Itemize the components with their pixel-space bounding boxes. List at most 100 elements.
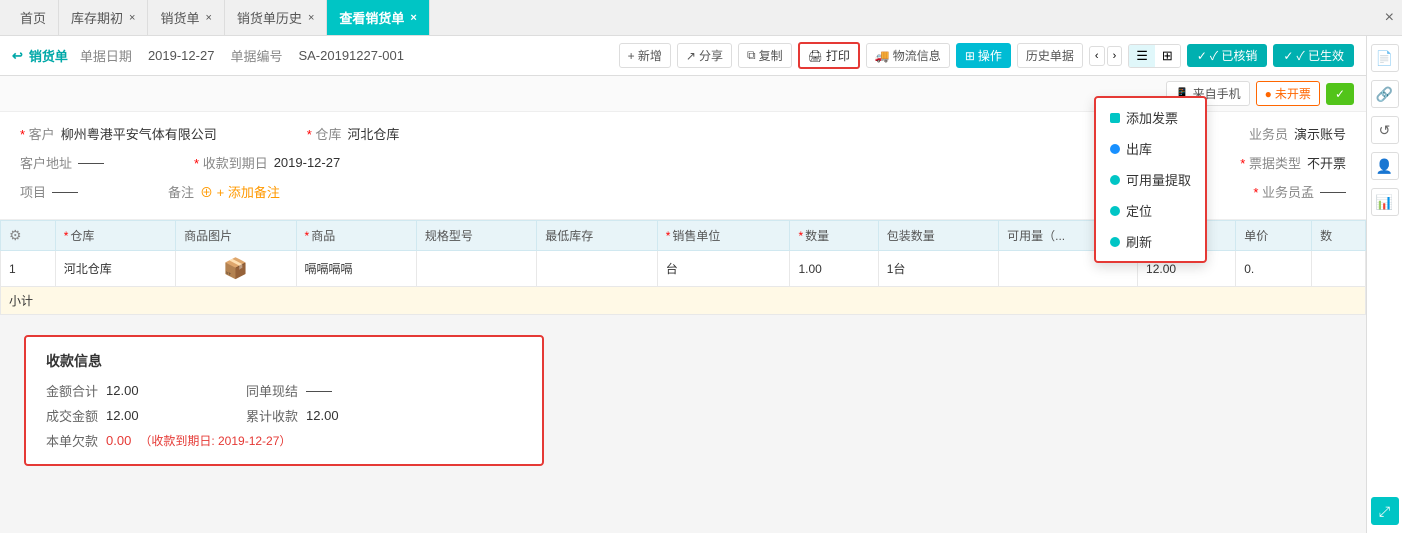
tab-view-sales[interactable]: 查看销货单 × <box>327 0 429 35</box>
customer-label: 客户 <box>20 124 55 143</box>
payment-date-field: 收款到期日 2019-12-27 <box>194 153 340 172</box>
subtotal-row: 小计 <box>1 287 1366 315</box>
col-gear[interactable]: ⚙ <box>1 221 56 251</box>
confirm-button[interactable]: ✓ <box>1326 83 1354 105</box>
copy-button[interactable]: ⧉ 复制 <box>738 43 792 68</box>
doc-actions: + 新增 ↗ 分享 ⧉ 复制 🖨 打印 🚚 物流信息 ⊞ 操作 历 <box>619 42 1354 69</box>
cell-price: 0. <box>1236 251 1312 287</box>
dropdown-outbound[interactable]: 出库 <box>1096 133 1205 164</box>
payment-date-value: 2019-12-27 <box>274 155 341 170</box>
doc-no-label: 单据编号 <box>230 46 282 65</box>
add-remark-button[interactable]: ⊕ + 添加备注 <box>200 182 280 201</box>
confirm-icon: ✓ <box>1335 87 1345 101</box>
dropdown-available-qty[interactable]: 可用量提取 <box>1096 164 1205 195</box>
tab-home-label: 首页 <box>20 8 46 27</box>
accumulated-payment-value: 12.00 <box>306 408 339 423</box>
logistics-button[interactable]: 🚚 物流信息 <box>866 43 950 68</box>
summary-section: 收款信息 金额合计 12.00 同单现结 —— 成交金额 12.00 累计收款 … <box>0 315 1366 486</box>
sidebar-refresh-icon[interactable]: ↺ <box>1371 116 1399 144</box>
cell-no: 1 <box>1 251 56 287</box>
tab-inventory-init[interactable]: 库存期初 × <box>59 0 148 35</box>
salesperson-field: 业务员孟 —— <box>1253 182 1346 201</box>
transaction-amount-label: 成交金额 <box>46 406 98 425</box>
refresh-icon <box>1110 237 1120 247</box>
add-remark-icon: ⊕ <box>200 185 213 200</box>
col-price: 单价 <box>1236 221 1312 251</box>
tab-sales-history-label: 销货单历史 <box>237 8 302 27</box>
view-toggle: ☰ ⊞ <box>1128 44 1181 68</box>
same-order-value: —— <box>306 383 332 398</box>
locate-icon <box>1110 206 1120 216</box>
tab-view-sales-label: 查看销货单 <box>339 8 404 27</box>
nav-arrows: ‹ › <box>1089 46 1122 66</box>
dropdown-add-invoice[interactable]: 添加发票 <box>1096 102 1205 133</box>
cell-product: 嗝嗝嗝嗝 <box>296 251 416 287</box>
window-close-button[interactable]: × <box>1385 9 1394 27</box>
cell-image: 📦 <box>176 251 296 287</box>
not-opened-button[interactable]: ● 未开票 <box>1256 81 1320 106</box>
customer-value: 柳州粤港平安气体有限公司 <box>61 124 217 143</box>
tab-view-sales-close[interactable]: × <box>410 12 416 24</box>
accumulated-payment-row: 累计收款 12.00 <box>246 406 446 425</box>
remark-field: 备注 ⊕ + 添加备注 <box>168 182 280 201</box>
print-button[interactable]: 🖨 打印 <box>798 42 860 69</box>
cell-pkg-qty: 1台 <box>878 251 998 287</box>
dropdown-refresh[interactable]: 刷新 <box>1096 226 1205 257</box>
doc-type-label: 销货单 <box>29 46 68 65</box>
copy-icon: ⧉ <box>747 48 756 63</box>
effective-button[interactable]: ✓ ✓ 已生效 <box>1273 44 1354 67</box>
tab-bar: 首页 库存期初 × 销货单 × 销货单历史 × 查看销货单 × × <box>0 0 1402 36</box>
ticket-label: 票据类型 <box>1240 153 1301 172</box>
doc-toolbar: ↩ 销货单 单据日期 2019-12-27 单据编号 SA-20191227-0… <box>0 36 1366 76</box>
doc-date-label: 单据日期 <box>80 46 132 65</box>
col-amount: 数 <box>1312 221 1366 251</box>
total-amount-value: 12.00 <box>106 383 139 398</box>
tab-sales-order[interactable]: 销货单 × <box>148 0 224 35</box>
sidebar-chart-icon[interactable]: 📊 <box>1371 188 1399 216</box>
warehouse-field: 仓库 河北仓库 <box>307 124 400 143</box>
next-button[interactable]: › <box>1107 46 1123 66</box>
doc-meta: 单据日期 2019-12-27 单据编号 SA-20191227-001 <box>80 46 607 65</box>
grid-view-button[interactable]: ⊞ <box>1155 45 1180 67</box>
tab-inventory-close[interactable]: × <box>129 12 135 24</box>
tab-sales-label: 销货单 <box>160 8 199 27</box>
sidebar-expand-icon[interactable]: ⤢ <box>1371 497 1399 525</box>
sidebar-link-icon[interactable]: 🔗 <box>1371 80 1399 108</box>
tab-history-close[interactable]: × <box>308 12 314 24</box>
product-image: 📦 <box>223 258 248 280</box>
ticket-field: 票据类型 不开票 <box>1240 153 1346 172</box>
list-view-button[interactable]: ☰ <box>1129 45 1155 67</box>
available-qty-icon <box>1110 175 1120 185</box>
tab-sales-close[interactable]: × <box>205 12 211 24</box>
address-label: 客户地址 <box>20 153 72 172</box>
history-button[interactable]: 历史单据 <box>1017 43 1083 68</box>
operations-icon: ⊞ <box>965 49 975 63</box>
address-value: —— <box>78 155 104 170</box>
arrears-row: 本单欠款 0.00 （收款到期日: 2019-12-27） <box>46 431 446 450</box>
verified-icon: ✓ <box>1197 49 1207 63</box>
tab-home[interactable]: 首页 <box>8 0 59 35</box>
sidebar-user-icon[interactable]: 👤 <box>1371 152 1399 180</box>
operations-button[interactable]: ⊞ 操作 <box>956 43 1011 68</box>
prev-button[interactable]: ‹ <box>1089 46 1105 66</box>
project-value: —— <box>52 184 78 199</box>
dropdown-locate[interactable]: 定位 <box>1096 195 1205 226</box>
tab-sales-history[interactable]: 销货单历史 × <box>225 0 327 35</box>
new-button[interactable]: + 新增 <box>619 43 671 68</box>
same-order-row: 同单现结 —— <box>246 381 446 400</box>
same-order-label: 同单现结 <box>246 381 298 400</box>
sidebar-doc-icon[interactable]: 📄 <box>1371 44 1399 72</box>
summary-grid: 金额合计 12.00 同单现结 —— 成交金额 12.00 累计收款 12.00… <box>46 381 522 450</box>
share-button[interactable]: ↗ 分享 <box>677 43 732 68</box>
doc-no-value: SA-20191227-001 <box>298 48 404 63</box>
cell-qty: 1.00 <box>790 251 878 287</box>
accumulated-payment-label: 累计收款 <box>246 406 298 425</box>
doc-date-value: 2019-12-27 <box>148 48 215 63</box>
effective-icon: ✓ <box>1283 49 1293 63</box>
col-unit: *销售单位 <box>657 221 790 251</box>
invoice-icon <box>1110 113 1120 123</box>
arrears-value: 0.00 <box>106 433 131 448</box>
gear-icon: ⚙ <box>9 227 22 243</box>
verified-button[interactable]: ✓ ✓ 已核销 <box>1187 44 1268 67</box>
share-icon: ↗ <box>686 49 696 63</box>
